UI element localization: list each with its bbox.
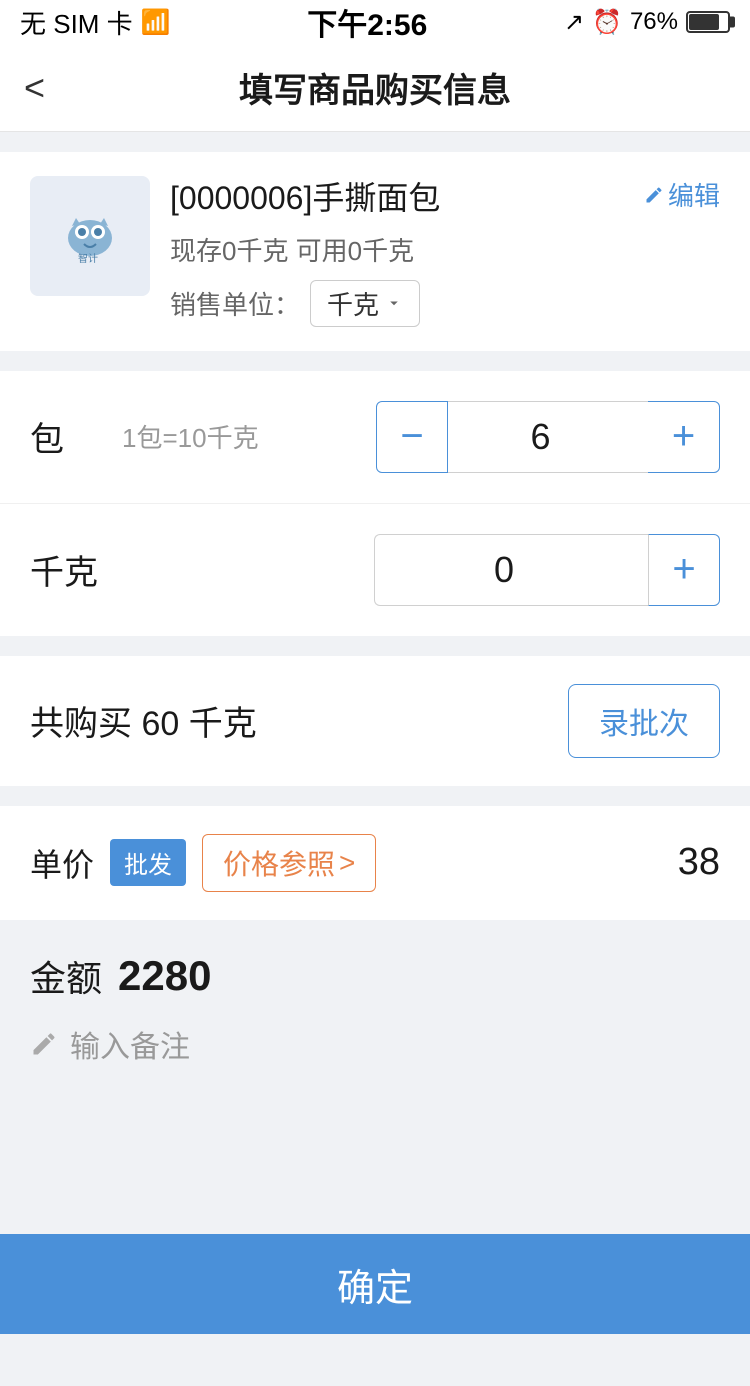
- price-section: 单价 批发 价格参照 > 38: [0, 806, 750, 920]
- bag-plus-button[interactable]: +: [648, 401, 720, 473]
- total-row: 共购买 60 千克 录批次: [0, 656, 750, 786]
- alarm-icon: ⏰: [592, 8, 622, 37]
- status-left: 无 SIM 卡 📶: [20, 4, 171, 41]
- kg-label: 千克: [30, 545, 110, 594]
- product-unit-row: 销售单位： 千克: [170, 280, 720, 327]
- status-time: 下午2:56: [307, 0, 427, 44]
- svg-text:智计: 智计: [78, 252, 98, 265]
- bag-label: 包: [30, 412, 110, 461]
- amount-section: 金额 2280 输入备注: [0, 920, 750, 1086]
- product-name: [0000006]手撕面包: [170, 176, 440, 221]
- edit-icon: [644, 185, 664, 205]
- amount-row: 金额 2280: [30, 950, 720, 1002]
- product-logo-icon: 智计: [58, 204, 122, 268]
- page-title: 填写商品购买信息: [239, 63, 511, 112]
- confirm-button[interactable]: 确定: [0, 1234, 750, 1334]
- pencil-icon: [30, 1030, 58, 1058]
- bag-minus-button[interactable]: −: [376, 401, 448, 473]
- bag-row: 包 1包=10千克 − +: [0, 371, 750, 504]
- bag-quantity-input[interactable]: [448, 401, 648, 473]
- chevron-down-icon: [385, 294, 403, 312]
- price-value: 38: [678, 841, 720, 884]
- carrier-text: 无 SIM 卡: [20, 4, 133, 41]
- product-info: [0000006]手撕面包 编辑 现存0千克 可用0千克 销售单位： 千克: [170, 176, 720, 327]
- price-reference-button[interactable]: 价格参照 >: [202, 834, 376, 892]
- price-label: 单价: [30, 840, 94, 886]
- amount-label: 金额: [30, 950, 102, 1002]
- product-section: 智计 [0000006]手撕面包 编辑 现存0千克 可用0千克 销售单位： 千克: [0, 152, 750, 351]
- price-type-badge: 批发: [110, 839, 186, 886]
- amount-value: 2280: [118, 952, 211, 1000]
- status-right: ↗ ⏰ 76%: [564, 8, 730, 37]
- unit-label: 销售单位：: [170, 285, 300, 322]
- battery-icon: [686, 11, 730, 33]
- batch-button[interactable]: 录批次: [568, 684, 720, 758]
- edit-link[interactable]: 编辑: [644, 176, 720, 213]
- bag-quantity-control: − +: [376, 401, 720, 473]
- kg-quantity-input[interactable]: [374, 534, 648, 606]
- status-bar: 无 SIM 卡 📶 下午2:56 ↗ ⏰ 76%: [0, 0, 750, 44]
- battery-percent: 76%: [630, 8, 678, 36]
- location-icon: ↗: [564, 8, 584, 37]
- remark-placeholder: 输入备注: [70, 1022, 190, 1066]
- wifi-icon: 📶: [141, 8, 171, 37]
- product-header: [0000006]手撕面包 编辑: [170, 176, 720, 221]
- kg-plus-button[interactable]: +: [648, 534, 720, 606]
- unit-select[interactable]: 千克: [310, 280, 420, 327]
- quantity-section: 包 1包=10千克 − + 千克 +: [0, 371, 750, 636]
- product-thumbnail: 智计: [30, 176, 150, 296]
- bag-hint: 1包=10千克: [122, 418, 376, 455]
- remark-row[interactable]: 输入备注: [30, 1022, 720, 1066]
- back-button[interactable]: <: [24, 67, 45, 109]
- product-stock: 现存0千克 可用0千克: [170, 231, 720, 268]
- total-label: 共购买 60 千克: [30, 696, 257, 745]
- kg-quantity-control: +: [374, 534, 720, 606]
- nav-bar: < 填写商品购买信息: [0, 44, 750, 132]
- kg-row: 千克 +: [0, 504, 750, 636]
